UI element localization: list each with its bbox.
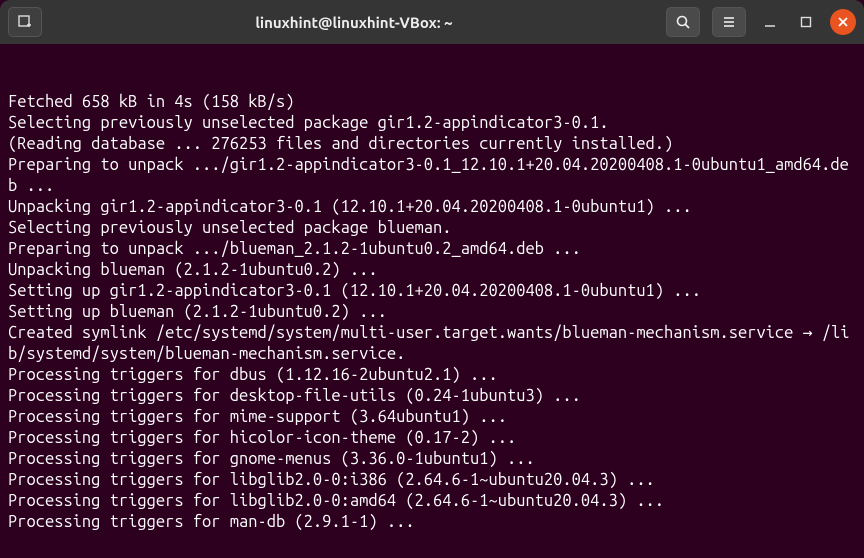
terminal-line: Processing triggers for hicolor-icon-the… <box>8 428 856 449</box>
terminal-line: Preparing to unpack .../gir1.2-appindica… <box>8 155 856 197</box>
new-tab-button[interactable] <box>8 7 42 37</box>
terminal-body[interactable]: Fetched 658 kB in 4s (158 kB/s)Selecting… <box>0 44 864 558</box>
terminal-line: Setting up blueman (2.1.2-1ubuntu0.2) ..… <box>8 302 856 323</box>
window-title: linuxhint@linuxhint-VBox: ~ <box>50 14 658 31</box>
terminal-line: Processing triggers for dbus (1.12.16-2u… <box>8 365 856 386</box>
search-button[interactable] <box>666 7 700 37</box>
terminal-line: Processing triggers for gnome-menus (3.3… <box>8 449 856 470</box>
menu-button[interactable] <box>712 7 746 37</box>
close-icon <box>837 16 849 28</box>
terminal-line: Unpacking blueman (2.1.2-1ubuntu0.2) ... <box>8 260 856 281</box>
terminal-window: linuxhint@linuxhint-VBox: ~ <box>0 0 864 558</box>
close-button[interactable] <box>830 9 856 35</box>
maximize-button[interactable] <box>794 10 818 34</box>
terminal-line: Fetched 658 kB in 4s (158 kB/s) <box>8 92 856 113</box>
minimize-icon <box>764 16 776 28</box>
terminal-output: Fetched 658 kB in 4s (158 kB/s)Selecting… <box>8 92 856 533</box>
terminal-line: Processing triggers for desktop-file-uti… <box>8 386 856 407</box>
maximize-icon <box>800 16 812 28</box>
terminal-line: Processing triggers for man-db (2.9.1-1)… <box>8 512 856 533</box>
hamburger-icon <box>721 14 737 30</box>
search-icon <box>675 14 691 30</box>
terminal-line: Processing triggers for mime-support (3.… <box>8 407 856 428</box>
terminal-line: Unpacking gir1.2-appindicator3-0.1 (12.1… <box>8 197 856 218</box>
terminal-line: Selecting previously unselected package … <box>8 113 856 134</box>
titlebar-right <box>666 7 856 37</box>
titlebar: linuxhint@linuxhint-VBox: ~ <box>0 0 864 44</box>
terminal-line: Selecting previously unselected package … <box>8 218 856 239</box>
terminal-line: Created symlink /etc/systemd/system/mult… <box>8 323 856 365</box>
titlebar-left <box>8 7 42 37</box>
terminal-line: (Reading database ... 276253 files and d… <box>8 134 856 155</box>
terminal-line: Preparing to unpack .../blueman_2.1.2-1u… <box>8 239 856 260</box>
terminal-line: Setting up gir1.2-appindicator3-0.1 (12.… <box>8 281 856 302</box>
terminal-line: Processing triggers for libglib2.0-0:amd… <box>8 491 856 512</box>
terminal-line: Processing triggers for libglib2.0-0:i38… <box>8 470 856 491</box>
minimize-button[interactable] <box>758 10 782 34</box>
new-tab-icon <box>17 14 33 30</box>
